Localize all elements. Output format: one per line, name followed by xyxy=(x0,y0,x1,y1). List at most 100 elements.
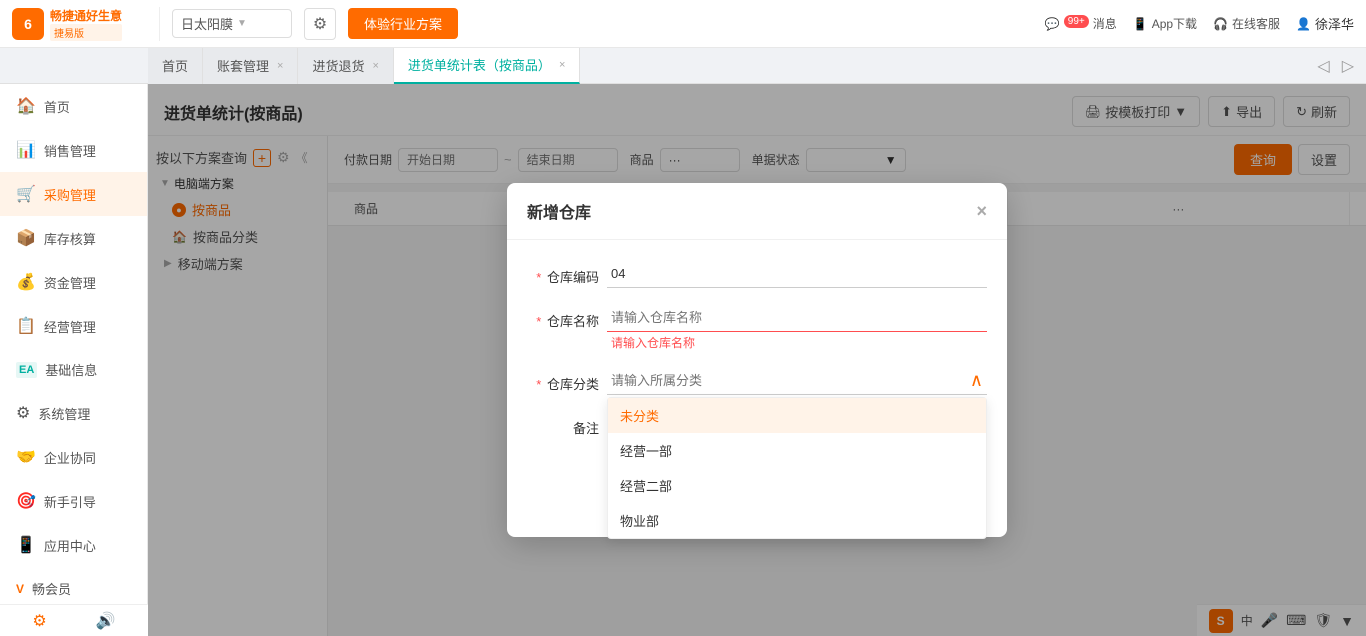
cooperation-icon: 🤝 xyxy=(16,447,36,467)
basic-info-icon: EA xyxy=(16,362,37,378)
tab-accounts-label: 账套管理 xyxy=(217,56,269,75)
phone-icon: 📱 xyxy=(1133,17,1148,31)
sales-icon: 📊 xyxy=(16,140,36,160)
add-warehouse-modal: 新增仓库 × * 仓库编码 xyxy=(507,183,1007,537)
dropdown-item-3[interactable]: 物业部 xyxy=(608,503,986,538)
tab-bar: 首页 账套管理 × 进货退货 × 进货单统计表（按商品） × ◁ ▷ xyxy=(0,48,1366,84)
top-header: 6 畅捷通好生意 捷易版 日太阳膜 ▼ ⚙ 体验行业方案 💬 99+ 消息 📱 … xyxy=(0,0,1366,48)
sidebar-item-guide[interactable]: 🎯 新手引导 xyxy=(0,479,147,523)
app-download-label: App下载 xyxy=(1152,15,1197,32)
dropdown-item-0[interactable]: 未分类 xyxy=(608,398,986,433)
modal-header: 新增仓库 × xyxy=(507,183,1007,240)
settings-button[interactable]: ⚙ xyxy=(304,8,336,40)
category-input[interactable] xyxy=(611,369,966,392)
app-badge: 捷易版 xyxy=(50,24,122,41)
name-error-tip: 请输入仓库名称 xyxy=(607,334,987,351)
sidebar-guide-label: 新手引导 xyxy=(44,492,96,511)
finance-icon: 💰 xyxy=(16,272,36,292)
operation-icon: 📋 xyxy=(16,316,36,336)
modal-title: 新增仓库 xyxy=(527,199,591,223)
sidebar-item-sales[interactable]: 📊 销售管理 xyxy=(0,128,147,172)
tab-purchase-stats-close[interactable]: × xyxy=(559,59,565,71)
sidebar-finance-label: 资金管理 xyxy=(44,273,96,292)
form-row-name: * 仓库名称 请输入仓库名称 xyxy=(527,304,987,351)
bottom-volume-icon[interactable]: 🔊 xyxy=(96,611,116,631)
category-input-wrapper: ∧ xyxy=(607,367,987,395)
code-input[interactable] xyxy=(607,260,987,288)
sidebar-basic-info-label: 基础信息 xyxy=(45,360,97,379)
sidebar-item-finance[interactable]: 💰 资金管理 xyxy=(0,260,147,304)
sidebar-system-label: 系统管理 xyxy=(38,404,90,423)
tab-prev-icon[interactable]: ◁ xyxy=(1313,56,1333,76)
sidebar-item-inventory[interactable]: 📦 库存核算 xyxy=(0,216,147,260)
online-service-label: 在线客服 xyxy=(1232,15,1280,32)
code-field xyxy=(607,260,987,288)
tab-accounts-close[interactable]: × xyxy=(277,60,283,72)
form-row-code: * 仓库编码 xyxy=(527,260,987,288)
dropdown-item-1[interactable]: 经营一部 xyxy=(608,433,986,468)
app-center-icon: 📱 xyxy=(16,535,36,555)
trial-button[interactable]: 体验行业方案 xyxy=(348,8,458,39)
required-mark-code: * xyxy=(536,270,541,285)
modal-close-button[interactable]: × xyxy=(976,202,987,220)
sidebar-purchase-label: 采购管理 xyxy=(44,185,96,204)
sidebar-inventory-label: 库存核算 xyxy=(44,229,96,248)
tab-bar-right: ◁ ▷ xyxy=(1313,56,1366,76)
message-button[interactable]: 💬 99+ 消息 xyxy=(1045,15,1117,32)
required-mark-name: * xyxy=(536,314,541,329)
name-input[interactable] xyxy=(607,304,987,332)
required-mark-category: * xyxy=(536,377,541,392)
vip-icon: V xyxy=(16,582,24,596)
tab-purchase-stats-label: 进货单统计表（按商品） xyxy=(408,55,551,74)
logo-area: 6 畅捷通好生意 捷易版 xyxy=(12,7,160,41)
sidebar-item-basic-info[interactable]: EA 基础信息 xyxy=(0,348,147,391)
store-selector-arrow: ▼ xyxy=(237,18,247,29)
sidebar-item-cooperation[interactable]: 🤝 企业协同 xyxy=(0,435,147,479)
code-label: * 仓库编码 xyxy=(527,260,607,286)
headset-icon: 🎧 xyxy=(1213,17,1228,31)
form-row-category: * 仓库分类 ∧ 未分类 经营一部 经 xyxy=(527,367,987,395)
app-name-block: 畅捷通好生意 捷易版 xyxy=(50,7,122,41)
header-right: 💬 99+ 消息 📱 App下载 🎧 在线客服 👤 徐泽华 xyxy=(1045,14,1354,33)
app-download-button[interactable]: 📱 App下载 xyxy=(1133,15,1197,32)
sidebar-item-app-center[interactable]: 📱 应用中心 xyxy=(0,523,147,567)
remark-label: 备注 xyxy=(527,411,607,437)
sidebar-item-purchase[interactable]: 🛒 采购管理 xyxy=(0,172,147,216)
purchase-icon: 🛒 xyxy=(16,184,36,204)
tab-purchase-return[interactable]: 进货退货 × xyxy=(298,48,393,84)
tab-purchase-stats[interactable]: 进货单统计表（按商品） × xyxy=(394,48,580,84)
modal-overlay: 新增仓库 × * 仓库编码 xyxy=(148,84,1366,636)
message-icon: 💬 xyxy=(1045,17,1060,31)
tab-purchase-return-label: 进货退货 xyxy=(312,56,364,75)
bottom-settings-icon[interactable]: ⚙ xyxy=(32,611,46,631)
sidebar-item-operation[interactable]: 📋 经营管理 xyxy=(0,304,147,348)
sidebar-cooperation-label: 企业协同 xyxy=(44,448,96,467)
modal-body: * 仓库编码 * 仓库名称 xyxy=(507,240,1007,475)
tab-home-label: 首页 xyxy=(162,56,188,75)
message-badge: 99+ xyxy=(1064,15,1089,28)
main-layout: 🏠 首页 📊 销售管理 🛒 采购管理 📦 库存核算 💰 资金管理 📋 经营管理 … xyxy=(0,84,1366,636)
category-label: * 仓库分类 xyxy=(527,367,607,393)
tab-purchase-return-close[interactable]: × xyxy=(372,60,378,72)
online-service-button[interactable]: 🎧 在线客服 xyxy=(1213,15,1280,32)
category-toggle-button[interactable]: ∧ xyxy=(970,370,983,391)
guide-icon: 🎯 xyxy=(16,491,36,511)
sidebar: 🏠 首页 📊 销售管理 🛒 采购管理 📦 库存核算 💰 资金管理 📋 经营管理 … xyxy=(0,84,148,636)
user-profile[interactable]: 👤 徐泽华 xyxy=(1296,14,1354,33)
store-selector[interactable]: 日太阳膜 ▼ xyxy=(172,9,292,38)
sidebar-home-label: 首页 xyxy=(44,97,70,116)
user-icon: 👤 xyxy=(1296,17,1311,31)
tab-home[interactable]: 首页 xyxy=(148,48,203,84)
name-label: * 仓库名称 xyxy=(527,304,607,330)
dropdown-item-2[interactable]: 经营二部 xyxy=(608,468,986,503)
tab-accounts[interactable]: 账套管理 × xyxy=(203,48,298,84)
sidebar-item-system[interactable]: ⚙ 系统管理 xyxy=(0,391,147,435)
inventory-icon: 📦 xyxy=(16,228,36,248)
gear-icon: ⚙ xyxy=(313,14,327,34)
bottom-bar: ⚙ 🔊 xyxy=(0,604,148,636)
home-icon: 🏠 xyxy=(16,96,36,116)
sidebar-sales-label: 销售管理 xyxy=(44,141,96,160)
sidebar-item-home[interactable]: 🏠 首页 xyxy=(0,84,147,128)
tab-next-icon[interactable]: ▷ xyxy=(1338,56,1358,76)
user-name: 徐泽华 xyxy=(1315,14,1354,33)
